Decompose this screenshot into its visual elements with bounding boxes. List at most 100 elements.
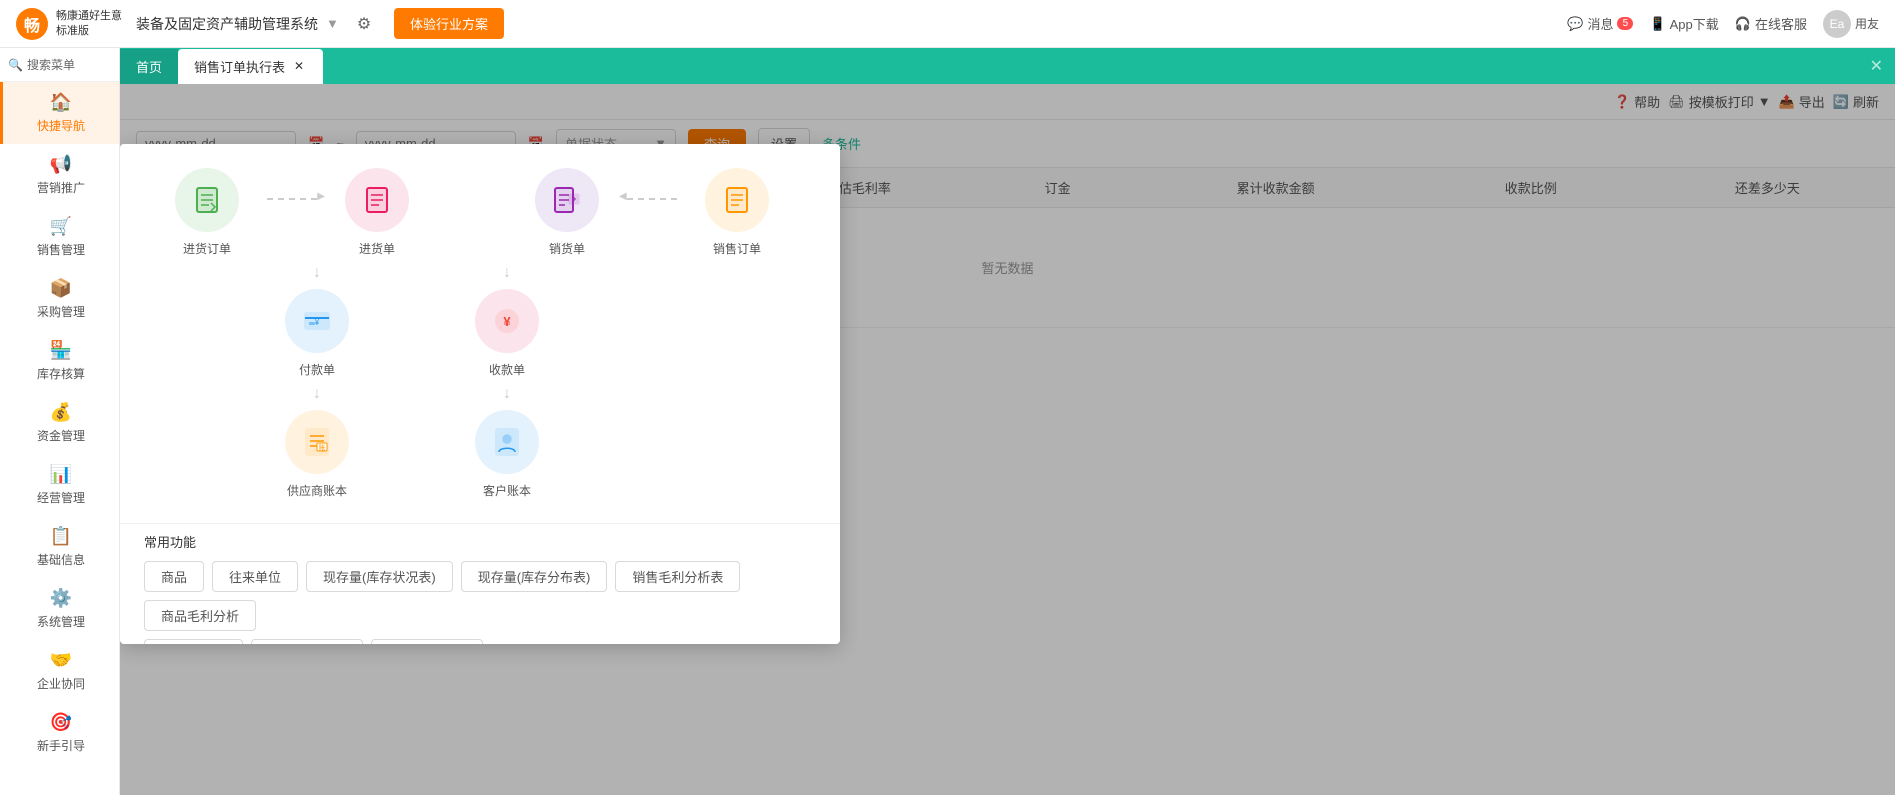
logo-text: 畅康通好生意 标准版 [56, 9, 122, 38]
home-tab-label: 首页 [136, 57, 162, 76]
flow-area: 进货订单 [120, 144, 840, 523]
user-area[interactable]: Ea 用友 [1823, 10, 1879, 38]
common-func-area: 常用功能 商品 往来单位 现存量(库存状况表) 现存量(库存分布表) 销售毛利分… [120, 523, 840, 644]
func-btn-payment-stats[interactable]: 付款情况统计 [371, 639, 483, 644]
receipt-label: 收款单 [489, 361, 525, 378]
online-service-action[interactable]: 🎧 在线客服 [1735, 14, 1807, 33]
top-header: 畅 畅康通好生意 标准版 装备及固定资产辅助管理系统 ▼ ⚙ 体验行业方案 💬 … [0, 0, 1895, 48]
sidebar-item-system[interactable]: ⚙️ 系统管理 [0, 578, 119, 640]
func-btn-receipt-stats[interactable]: 收款情况统计 [251, 639, 363, 644]
svg-text:¥: ¥ [503, 314, 511, 329]
enterprise-icon: 🤝 [50, 650, 72, 671]
quick-nav-icon: 🏠 [50, 92, 72, 113]
dropdown-icon[interactable]: ▼ [326, 16, 342, 32]
func-btn-partner[interactable]: 往来单位 [212, 561, 298, 592]
tab-close-icon[interactable]: ✕ [291, 58, 307, 74]
flow-row-3: 账 供应商账本 [152, 410, 808, 499]
flow-item-receipt[interactable]: ¥ 收款单 [452, 289, 562, 378]
logo-area: 畅 畅康通好生意 标准版 [16, 8, 136, 40]
inventory-icon: 🏪 [50, 340, 72, 361]
settings-icon[interactable]: ⚙ [350, 10, 378, 38]
flow-item-sales-bill[interactable]: 销货单 [512, 168, 622, 257]
flow-row-arrows: ↓ ↓ [152, 265, 808, 281]
sidebar-item-quick-nav[interactable]: 🏠 快捷导航 [0, 82, 119, 144]
func-btn-product-profit[interactable]: 商品毛利分析 [144, 600, 256, 631]
flow-row-1: 进货订单 [152, 168, 808, 257]
supplier-ledger-label: 供应商账本 [287, 482, 347, 499]
func-btn-row-1: 商品 往来单位 现存量(库存状况表) 现存量(库存分布表) 销售毛利分析表 商品… [144, 561, 816, 631]
arrow-down-payment: ↓ [262, 386, 372, 402]
flow-row-2: ¥ 付款单 ¥ [152, 289, 808, 378]
service-icon: 🎧 [1735, 16, 1751, 32]
marketing-icon: 📢 [50, 154, 72, 175]
arrow-1 [262, 198, 322, 200]
arrow-down-receipt: ↓ [452, 386, 562, 402]
arrow-down-purchase: ↓ [262, 265, 372, 281]
message-action[interactable]: 💬 消息 5 [1567, 14, 1633, 33]
receipt-circle[interactable]: ¥ [475, 289, 539, 353]
tab-bar-close-btn[interactable]: ✕ [1858, 56, 1895, 76]
tab-sales-order-exec[interactable]: 销售订单执行表 ✕ [178, 49, 323, 84]
app-title-text: 装备及固定资产辅助管理系统 [136, 14, 318, 34]
payment-circle[interactable]: ¥ [285, 289, 349, 353]
modal-box: 进货订单 [120, 144, 840, 644]
sidebar-item-base-info[interactable]: 📋 基础信息 [0, 516, 119, 578]
arrow-2 [622, 198, 682, 200]
customer-ledger-circle[interactable] [475, 410, 539, 474]
purchase-order-circle[interactable] [175, 168, 239, 232]
func-btn-stock-status[interactable]: 现存量(库存状况表) [306, 561, 453, 592]
func-btn-row-2: 销售排行榜 收款情况统计 付款情况统计 [144, 639, 816, 644]
flow-item-payment[interactable]: ¥ 付款单 [262, 289, 372, 378]
svg-text:账: 账 [319, 443, 326, 452]
sales-bill-circle[interactable] [535, 168, 599, 232]
customer-ledger-label: 客户账本 [483, 482, 531, 499]
sidebar-item-marketing[interactable]: 📢 营销推广 [0, 144, 119, 206]
message-badge: 5 [1617, 17, 1633, 30]
page-content: ❓ 帮助 🖨 按模板打印 ▼ 📤 导出 🔄 刷新 [120, 84, 1895, 795]
sales-order-tab-label: 销售订单执行表 [194, 57, 285, 76]
sidebar-item-finance[interactable]: 💰 资金管理 [0, 392, 119, 454]
purchase-icon: 📦 [50, 278, 72, 299]
system-icon: ⚙️ [50, 588, 72, 609]
purchase-order-label: 进货订单 [183, 240, 231, 257]
sidebar-item-inventory[interactable]: 🏪 库存核算 [0, 330, 119, 392]
func-btn-product[interactable]: 商品 [144, 561, 204, 592]
app-title-area: 装备及固定资产辅助管理系统 ▼ ⚙ 体验行业方案 [136, 8, 1567, 39]
sales-order-circle[interactable] [705, 168, 769, 232]
message-icon: 💬 [1567, 16, 1583, 32]
user-name: 用友 [1855, 15, 1879, 32]
sidebar-item-operations[interactable]: 📊 经营管理 [0, 454, 119, 516]
dashed-line-2 [627, 198, 677, 200]
trial-button[interactable]: 体验行业方案 [394, 8, 504, 39]
logo-icon: 畅 [16, 8, 48, 40]
sidebar-item-newbie[interactable]: 🎯 新手引导 [0, 702, 119, 764]
sidebar-search[interactable]: 🔍 搜索菜单 [0, 48, 119, 82]
base-info-icon: 📋 [50, 526, 72, 547]
flow-item-customer-ledger[interactable]: 客户账本 [452, 410, 562, 499]
purchase-bill-label: 进货单 [359, 240, 395, 257]
flow-item-purchase-bill[interactable]: 进货单 [322, 168, 432, 257]
svg-text:¥: ¥ [314, 318, 320, 327]
sales-bill-label: 销货单 [549, 240, 585, 257]
flow-item-purchase-order[interactable]: 进货订单 [152, 168, 262, 257]
func-btn-sales-rank[interactable]: 销售排行榜 [144, 639, 243, 644]
content-area: 首页 销售订单执行表 ✕ ✕ ❓ 帮助 🖨 按模板打印 [120, 48, 1895, 795]
flow-item-supplier-ledger[interactable]: 账 供应商账本 [262, 410, 372, 499]
flow-item-sales-order[interactable]: 销售订单 [682, 168, 792, 257]
dashed-line-1 [267, 198, 317, 200]
finance-icon: 💰 [50, 402, 72, 423]
tab-home[interactable]: 首页 [120, 49, 178, 84]
sales-icon: 🛒 [50, 216, 72, 237]
purchase-bill-circle[interactable] [345, 168, 409, 232]
sales-order-label: 销售订单 [713, 240, 761, 257]
supplier-ledger-circle[interactable]: 账 [285, 410, 349, 474]
func-btn-stock-dist[interactable]: 现存量(库存分布表) [461, 561, 608, 592]
avatar: Ea [1823, 10, 1851, 38]
sidebar-item-purchase[interactable]: 📦 采购管理 [0, 268, 119, 330]
header-right: 💬 消息 5 📱 App下载 🎧 在线客服 Ea 用友 [1567, 10, 1879, 38]
sidebar-item-sales[interactable]: 🛒 销售管理 [0, 206, 119, 268]
app-download-action[interactable]: 📱 App下载 [1649, 14, 1718, 33]
sidebar-item-enterprise[interactable]: 🤝 企业协同 [0, 640, 119, 702]
download-icon: 📱 [1649, 16, 1665, 32]
func-btn-sales-profit-table[interactable]: 销售毛利分析表 [615, 561, 740, 592]
